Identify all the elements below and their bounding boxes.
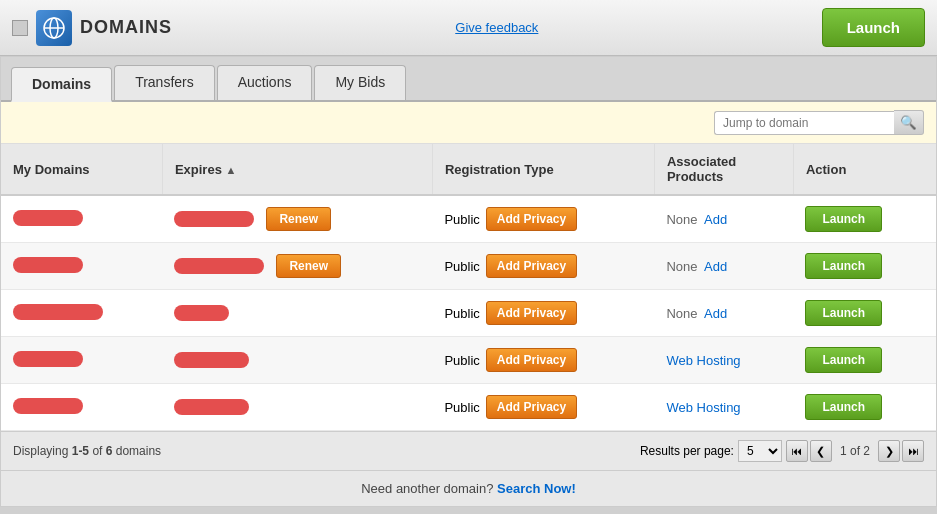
table-row: Public Add Privacy None Add Launch xyxy=(1,290,936,337)
expires-cell: Renew xyxy=(162,195,432,243)
expires-redacted xyxy=(174,211,254,227)
launch-button[interactable]: Launch xyxy=(805,347,882,373)
col-header-reg-type: Registration Type xyxy=(432,144,654,195)
search-wrap: 🔍 xyxy=(714,110,924,135)
expires-cell: Renew xyxy=(162,243,432,290)
reg-type-cell: Public Add Privacy xyxy=(432,337,654,384)
search-icon: 🔍 xyxy=(900,115,917,130)
tab-domains[interactable]: Domains xyxy=(11,67,112,102)
tab-bar: Domains Transfers Auctions My Bids xyxy=(1,57,936,102)
assoc-cell: Web Hosting xyxy=(654,384,793,431)
col-header-expires: Expires ▲ xyxy=(162,144,432,195)
reg-type-cell: Public Add Privacy xyxy=(432,195,654,243)
domain-redacted xyxy=(13,304,103,320)
domain-redacted xyxy=(13,398,83,414)
tab-my-bids[interactable]: My Bids xyxy=(314,65,406,100)
search-bar: 🔍 xyxy=(1,102,936,144)
expires-cell xyxy=(162,290,432,337)
table-footer: Displaying 1-5 of 6 domains Results per … xyxy=(1,431,936,470)
table-row: Renew Public Add Privacy None Add Launch xyxy=(1,195,936,243)
expires-redacted xyxy=(174,399,249,415)
expires-cell xyxy=(162,384,432,431)
pagination-controls: Results per page: 5 10 25 50 ⏮ ❮ 1 of 2 … xyxy=(640,440,924,462)
tab-transfers[interactable]: Transfers xyxy=(114,65,215,100)
domain-redacted xyxy=(13,257,83,273)
launch-button[interactable]: Launch xyxy=(805,394,882,420)
reg-type-cell: Public Add Privacy xyxy=(432,243,654,290)
per-page-control: Results per page: 5 10 25 50 xyxy=(640,440,782,462)
action-cell: Launch xyxy=(793,290,936,337)
add-privacy-button[interactable]: Add Privacy xyxy=(486,301,577,325)
minimize-icon[interactable] xyxy=(12,20,28,36)
header-left: DOMAINS xyxy=(12,10,172,46)
tab-auctions[interactable]: Auctions xyxy=(217,65,313,100)
launch-button[interactable]: Launch xyxy=(805,206,882,232)
assoc-cell: None Add xyxy=(654,195,793,243)
assoc-add-link[interactable]: Add xyxy=(704,259,727,274)
domains-table: My Domains Expires ▲ Registration Type A… xyxy=(1,144,936,431)
reg-type-cell: Public Add Privacy xyxy=(432,384,654,431)
page-nav: ⏮ ❮ 1 of 2 ❯ ⏭ xyxy=(786,440,924,462)
table-row: Public Add Privacy Web Hosting Launch xyxy=(1,337,936,384)
domain-redacted xyxy=(13,351,83,367)
assoc-cell: Web Hosting xyxy=(654,337,793,384)
domain-cell xyxy=(1,337,162,384)
add-privacy-button[interactable]: Add Privacy xyxy=(486,254,577,278)
table-row: Public Add Privacy Web Hosting Launch xyxy=(1,384,936,431)
table-row: Renew Public Add Privacy None Add Launch xyxy=(1,243,936,290)
main-panel: Domains Transfers Auctions My Bids 🔍 My … xyxy=(0,56,937,507)
give-feedback-link[interactable]: Give feedback xyxy=(455,20,538,35)
launch-button[interactable]: Launch xyxy=(805,253,882,279)
expires-cell xyxy=(162,337,432,384)
display-count: Displaying 1-5 of 6 domains xyxy=(13,444,161,458)
add-privacy-button[interactable]: Add Privacy xyxy=(486,348,577,372)
first-page-button[interactable]: ⏮ xyxy=(786,440,808,462)
action-cell: Launch xyxy=(793,337,936,384)
app-title: DOMAINS xyxy=(80,17,172,38)
reg-type-cell: Public Add Privacy xyxy=(432,290,654,337)
col-header-domain: My Domains xyxy=(1,144,162,195)
domain-cell xyxy=(1,384,162,431)
domain-cell xyxy=(1,243,162,290)
launch-button-header[interactable]: Launch xyxy=(822,8,925,47)
assoc-product-link[interactable]: Web Hosting xyxy=(666,353,740,368)
expires-redacted xyxy=(174,352,249,368)
assoc-add-link[interactable]: Add xyxy=(704,212,727,227)
assoc-cell: None Add xyxy=(654,243,793,290)
header: DOMAINS Give feedback Launch xyxy=(0,0,937,56)
search-button[interactable]: 🔍 xyxy=(894,110,924,135)
col-header-action: Action xyxy=(793,144,936,195)
action-cell: Launch xyxy=(793,195,936,243)
table-header-row: My Domains Expires ▲ Registration Type A… xyxy=(1,144,936,195)
add-privacy-button[interactable]: Add Privacy xyxy=(486,395,577,419)
search-input[interactable] xyxy=(714,111,894,135)
app-logo xyxy=(36,10,72,46)
page-info: 1 of 2 xyxy=(834,444,876,458)
prev-page-button[interactable]: ❮ xyxy=(810,440,832,462)
domain-redacted xyxy=(13,210,83,226)
header-right: Launch xyxy=(822,8,925,47)
action-cell: Launch xyxy=(793,384,936,431)
expires-redacted xyxy=(174,258,264,274)
assoc-add-link[interactable]: Add xyxy=(704,306,727,321)
last-page-button[interactable]: ⏭ xyxy=(902,440,924,462)
col-header-assoc: AssociatedProducts xyxy=(654,144,793,195)
renew-button[interactable]: Renew xyxy=(266,207,331,231)
add-privacy-button[interactable]: Add Privacy xyxy=(486,207,577,231)
domain-cell xyxy=(1,195,162,243)
search-now-link[interactable]: Search Now! xyxy=(497,481,576,496)
action-cell: Launch xyxy=(793,243,936,290)
next-page-button[interactable]: ❯ xyxy=(878,440,900,462)
header-center: Give feedback xyxy=(172,20,822,35)
expires-redacted xyxy=(174,305,229,321)
launch-button[interactable]: Launch xyxy=(805,300,882,326)
assoc-cell: None Add xyxy=(654,290,793,337)
per-page-select[interactable]: 5 10 25 50 xyxy=(738,440,782,462)
domain-cell xyxy=(1,290,162,337)
sort-arrow-icon: ▲ xyxy=(226,164,237,176)
range-bold: 1-5 xyxy=(72,444,89,458)
bottom-bar: Need another domain? Search Now! xyxy=(1,470,936,506)
assoc-product-link[interactable]: Web Hosting xyxy=(666,400,740,415)
renew-button[interactable]: Renew xyxy=(276,254,341,278)
